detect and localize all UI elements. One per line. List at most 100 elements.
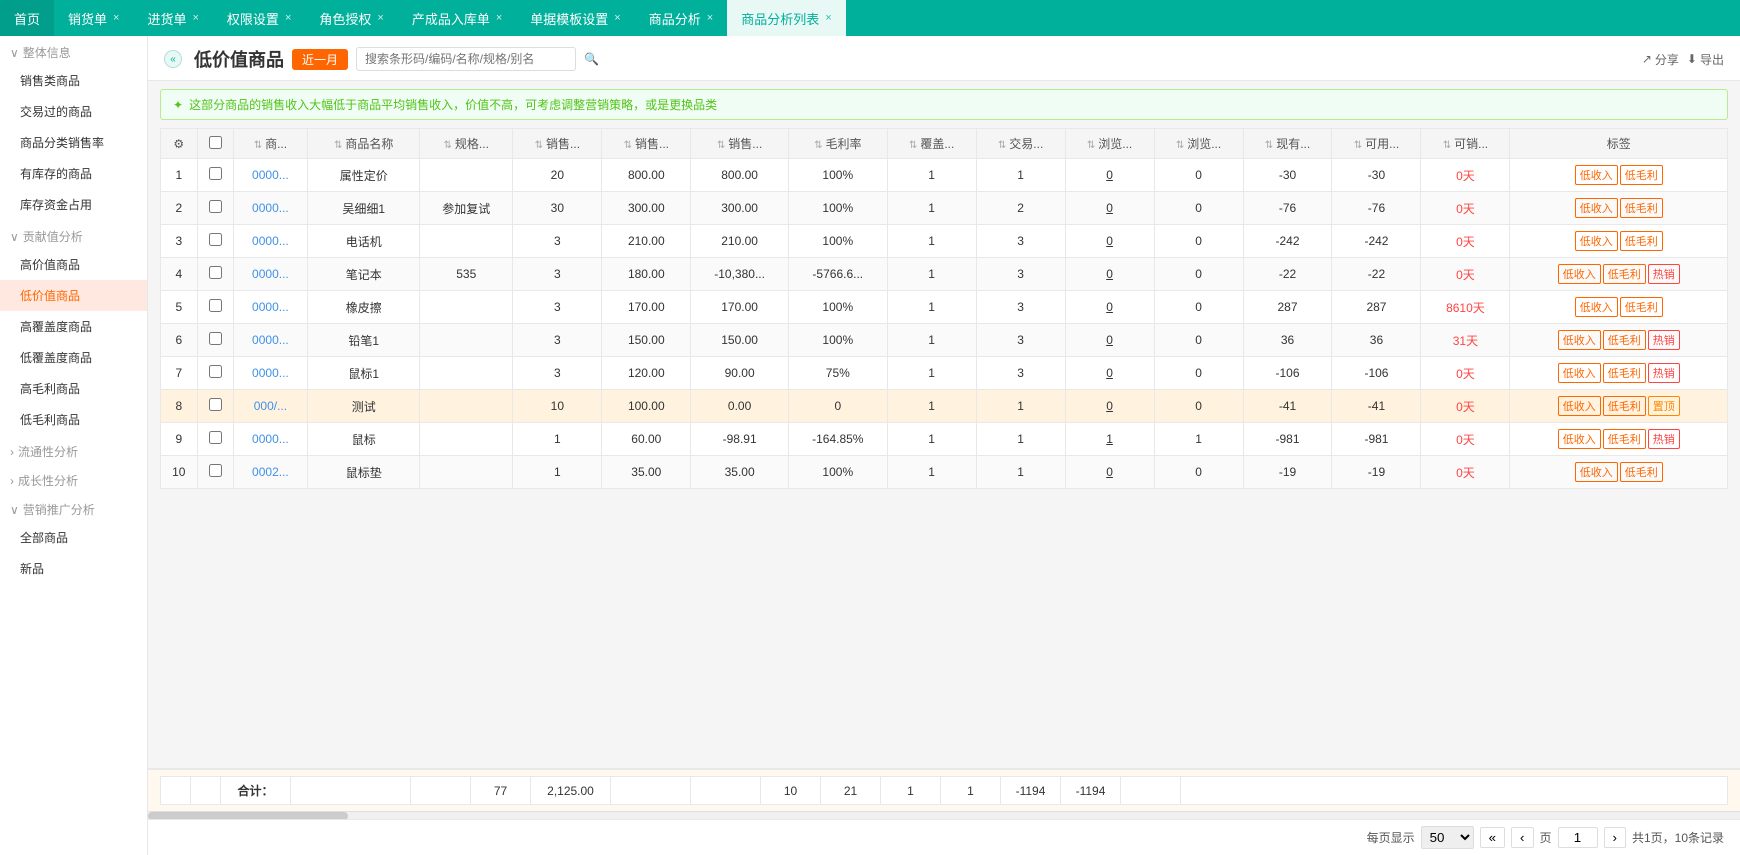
row-checkbox-cell[interactable] — [197, 423, 233, 456]
row-checkbox[interactable] — [209, 299, 222, 312]
close-icon[interactable]: × — [707, 12, 713, 24]
sidebar-item-high-profit[interactable]: 高毛利商品 — [0, 373, 147, 404]
row-checkbox-cell[interactable] — [197, 258, 233, 291]
close-icon[interactable]: × — [377, 12, 383, 24]
browse-link[interactable]: 0 — [1106, 201, 1113, 215]
sidebar-item-traded-goods[interactable]: 交易过的商品 — [0, 96, 147, 127]
row-checkbox-cell[interactable] — [197, 225, 233, 258]
nav-inventory[interactable]: 产成品入库单 × — [398, 0, 516, 36]
row-browse1[interactable]: 0 — [1065, 357, 1154, 390]
row-checkbox[interactable] — [209, 266, 222, 279]
row-checkbox-cell[interactable] — [197, 291, 233, 324]
close-icon[interactable]: × — [825, 12, 831, 24]
col-sale-profit[interactable]: 销售... — [691, 129, 789, 159]
col-browse2[interactable]: 浏览... — [1154, 129, 1243, 159]
close-icon[interactable]: × — [192, 12, 198, 24]
col-checkbox[interactable] — [197, 129, 233, 159]
sidebar-section-contribution[interactable]: ∨ 贡献值分析 — [0, 220, 147, 249]
col-browse1[interactable]: 浏览... — [1065, 129, 1154, 159]
row-browse1[interactable]: 1 — [1065, 423, 1154, 456]
row-checkbox-cell[interactable] — [197, 390, 233, 423]
search-input[interactable] — [356, 47, 576, 71]
nav-product-analysis[interactable]: 商品分析 × — [635, 0, 727, 36]
sidebar-section-growth[interactable]: › 成长性分析 — [0, 464, 147, 493]
nav-product-analysis-list[interactable]: 商品分析列表 × — [727, 0, 845, 36]
browse-link[interactable]: 0 — [1106, 234, 1113, 248]
first-page-button[interactable]: « — [1480, 827, 1505, 848]
col-trade[interactable]: 交易... — [976, 129, 1065, 159]
sidebar-section-overall[interactable]: ∨ 整体信息 — [0, 36, 147, 65]
col-code[interactable]: 商... — [233, 129, 308, 159]
col-avail[interactable]: 可用... — [1332, 129, 1421, 159]
row-browse1[interactable]: 0 — [1065, 390, 1154, 423]
close-icon[interactable]: × — [496, 12, 502, 24]
nav-purchase[interactable]: 进货单 × — [133, 0, 212, 36]
close-icon[interactable]: × — [614, 12, 620, 24]
row-checkbox-cell[interactable] — [197, 357, 233, 390]
horizontal-scrollbar[interactable] — [148, 811, 1740, 819]
row-browse1[interactable]: 0 — [1065, 456, 1154, 489]
row-browse1[interactable]: 0 — [1065, 291, 1154, 324]
sidebar-item-high-coverage[interactable]: 高覆盖度商品 — [0, 311, 147, 342]
row-checkbox[interactable] — [209, 200, 222, 213]
share-button[interactable]: ↗ 分享 — [1642, 51, 1679, 68]
row-checkbox[interactable] — [209, 365, 222, 378]
nav-role[interactable]: 角色授权 × — [305, 0, 397, 36]
filter-button[interactable]: 近一月 — [292, 49, 348, 70]
row-checkbox-cell[interactable] — [197, 324, 233, 357]
row-checkbox[interactable] — [209, 398, 222, 411]
prev-page-button[interactable]: ‹ — [1511, 827, 1533, 848]
row-browse1[interactable]: 0 — [1065, 324, 1154, 357]
browse-link[interactable]: 0 — [1106, 333, 1113, 347]
row-checkbox-cell[interactable] — [197, 159, 233, 192]
row-browse1[interactable]: 0 — [1065, 258, 1154, 291]
row-checkbox[interactable] — [209, 431, 222, 444]
col-stock[interactable]: 现有... — [1243, 129, 1332, 159]
page-number-input[interactable] — [1558, 827, 1598, 848]
browse-link[interactable]: 1 — [1106, 432, 1113, 446]
row-browse1[interactable]: 0 — [1065, 159, 1154, 192]
col-settings[interactable]: ⚙ — [161, 129, 198, 159]
browse-link[interactable]: 0 — [1106, 168, 1113, 182]
row-checkbox[interactable] — [209, 332, 222, 345]
sidebar-item-low-value[interactable]: 低价值商品 — [0, 280, 147, 311]
row-checkbox[interactable] — [209, 167, 222, 180]
sidebar-item-high-value[interactable]: 高价值商品 — [0, 249, 147, 280]
collapse-button[interactable]: « — [164, 50, 182, 68]
nav-permission[interactable]: 权限设置 × — [213, 0, 305, 36]
row-checkbox-cell[interactable] — [197, 192, 233, 225]
select-all-checkbox[interactable] — [209, 136, 222, 149]
sidebar-item-sales-goods[interactable]: 销售类商品 — [0, 65, 147, 96]
sidebar-item-stock-goods[interactable]: 有库存的商品 — [0, 158, 147, 189]
col-sale-qty[interactable]: 销售... — [513, 129, 602, 159]
col-coverage[interactable]: 覆盖... — [887, 129, 976, 159]
search-icon[interactable]: 🔍 — [584, 52, 599, 66]
browse-link[interactable]: 0 — [1106, 300, 1113, 314]
sidebar-item-all-goods[interactable]: 全部商品 — [0, 522, 147, 553]
sidebar-item-stock-capital[interactable]: 库存资金占用 — [0, 189, 147, 220]
browse-link[interactable]: 0 — [1106, 366, 1113, 380]
nav-sales[interactable]: 销货单 × — [54, 0, 133, 36]
sidebar-item-low-coverage[interactable]: 低覆盖度商品 — [0, 342, 147, 373]
close-icon[interactable]: × — [285, 12, 291, 24]
export-button[interactable]: ⬇ 导出 — [1687, 51, 1724, 68]
browse-link[interactable]: 0 — [1106, 399, 1113, 413]
browse-link[interactable]: 0 — [1106, 465, 1113, 479]
row-checkbox-cell[interactable] — [197, 456, 233, 489]
nav-home[interactable]: 首页 — [0, 0, 54, 36]
row-checkbox[interactable] — [209, 233, 222, 246]
sidebar-item-new-goods[interactable]: 新品 — [0, 553, 147, 584]
sidebar-section-circulation[interactable]: › 流通性分析 — [0, 435, 147, 464]
sidebar-item-category-sales[interactable]: 商品分类销售率 — [0, 127, 147, 158]
sidebar-item-low-profit[interactable]: 低毛利商品 — [0, 404, 147, 435]
page-size-select[interactable]: 50 100 200 — [1421, 826, 1474, 849]
col-profit-rate[interactable]: 毛利率 — [788, 129, 887, 159]
row-browse1[interactable]: 0 — [1065, 225, 1154, 258]
nav-template[interactable]: 单据模板设置 × — [516, 0, 634, 36]
col-spec[interactable]: 规格... — [420, 129, 513, 159]
col-name[interactable]: 商品名称 — [308, 129, 420, 159]
col-days[interactable]: 可销... — [1421, 129, 1510, 159]
close-icon[interactable]: × — [113, 12, 119, 24]
col-sale-amount[interactable]: 销售... — [602, 129, 691, 159]
next-page-button[interactable]: › — [1604, 827, 1626, 848]
